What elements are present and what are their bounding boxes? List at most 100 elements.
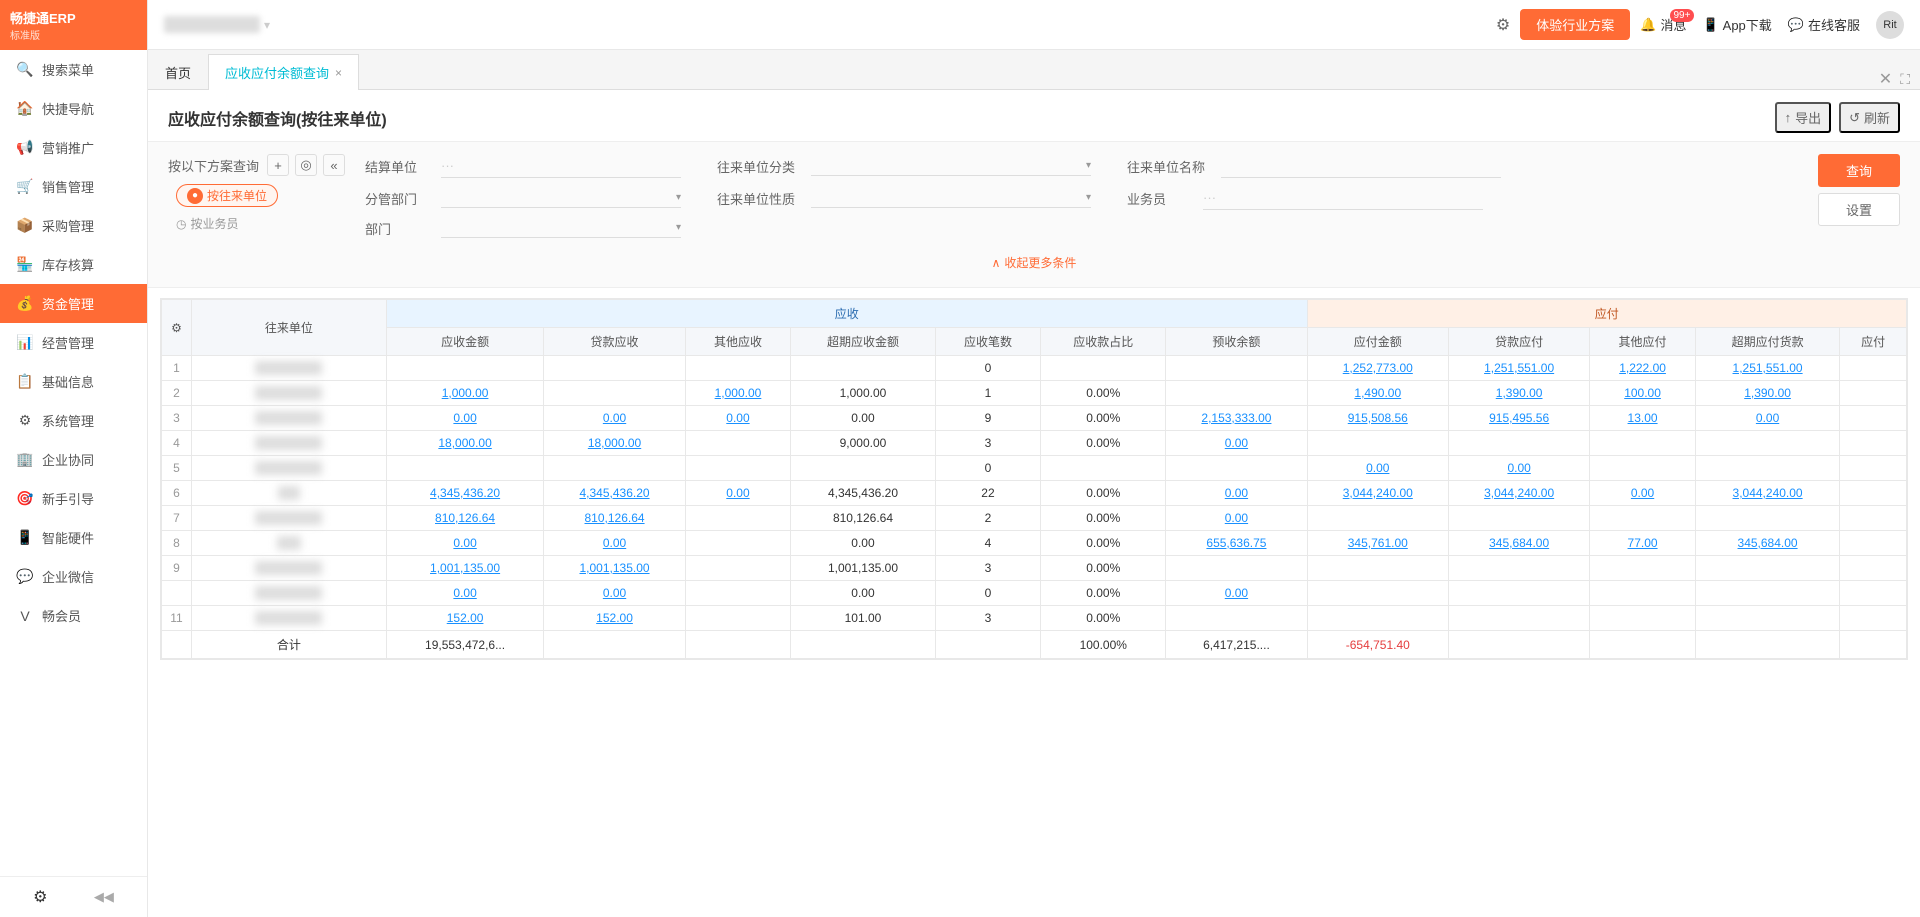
filter-label-settlement: 结算单位 (365, 157, 425, 176)
col-ar-count: 应收笔数 (935, 328, 1041, 356)
filter-label-dept-mgr: 分管部门 (365, 189, 425, 208)
scheme-collapse-button[interactable]: « (323, 154, 345, 176)
promo-button[interactable]: 体验行业方案 (1520, 9, 1630, 40)
operation-icon: 📊 (16, 334, 34, 351)
total-ap-other (1590, 631, 1696, 659)
table-row: 11██████152.00152.00101.0030.00% (162, 606, 1907, 631)
sidebar-item-label: 智能硬件 (42, 528, 94, 547)
hardware-icon: 📱 (16, 529, 34, 546)
col-ap-extra: 应付 (1840, 328, 1907, 356)
sidebar-item-operation[interactable]: 📊 经营管理 (0, 323, 147, 362)
finance-icon: 💰 (16, 295, 34, 312)
table-row: ██████0.000.000.0000.00%0.00 (162, 581, 1907, 606)
tab-home-label: 首页 (165, 63, 191, 82)
online-service-button[interactable]: 💬 在线客服 (1788, 15, 1860, 34)
sidebar-item-quick-nav[interactable]: 🏠 快捷导航 (0, 89, 147, 128)
filter-label-category: 往来单位分类 (717, 157, 795, 176)
table-row: 3██████0.000.000.000.0090.00%2,153,333.0… (162, 406, 1907, 431)
topbar-gear-icon[interactable]: ⚙ (1496, 15, 1510, 35)
sidebar-item-finance[interactable]: 💰 资金管理 (0, 284, 147, 323)
setting-button[interactable]: 设置 (1818, 193, 1900, 226)
page-actions: ↑ 导出 ↺ 刷新 (1775, 102, 1900, 133)
scheme-other-salesman[interactable]: ◷ 按业务员 (176, 215, 345, 232)
table-row: 8P0.000.000.0040.00%655,636.75345,761.00… (162, 531, 1907, 556)
col-ap-other: 其他应付 (1590, 328, 1696, 356)
sidebar-item-label: 畅会员 (42, 606, 81, 625)
table-settings-header[interactable]: ⚙ (162, 300, 192, 356)
guide-icon: 🎯 (16, 490, 34, 507)
sidebar-item-sales[interactable]: 🛒 销售管理 (0, 167, 147, 206)
bell-icon: 🔔 (1640, 17, 1656, 33)
filter-fields: 结算单位 ··· 往来单位分类 ▾ 往来单位名称 (365, 154, 1798, 246)
breadcrumb-text: 应收应付余额查询 (164, 16, 260, 33)
query-button[interactable]: 查询 (1818, 154, 1900, 187)
scheme-label: 按以下方案查询 (168, 156, 259, 175)
data-table: ⚙ 往来单位 应收 应付 应收金额 贷款应收 其他应收 超期应收金额 应收笔数 (161, 299, 1907, 659)
filter-partner-nature[interactable]: ▾ (811, 188, 1091, 208)
export-button[interactable]: ↑ 导出 (1775, 102, 1832, 133)
sidebar-item-wechat[interactable]: 💬 企业微信 (0, 557, 147, 596)
chevron-down-icon-3: ▾ (1086, 192, 1091, 203)
sidebar-item-search-menu[interactable]: 🔍 搜索菜单 (0, 50, 147, 89)
sidebar-item-purchase[interactable]: 📦 采购管理 (0, 206, 147, 245)
total-ap-amount: -654,751.40 (1307, 631, 1448, 659)
sidebar-item-marketing[interactable]: 📢 营销推广 (0, 128, 147, 167)
table-container: ⚙ 往来单位 应收 应付 应收金额 贷款应收 其他应收 超期应收金额 应收笔数 (160, 298, 1908, 660)
notification-button[interactable]: 🔔 消息 99+ (1640, 15, 1686, 34)
user-avatar[interactable]: Rit (1876, 11, 1904, 39)
filter-partner-name[interactable] (1221, 154, 1501, 178)
notification-badge: 99+ (1670, 9, 1695, 22)
page-title: 应收应付余额查询(按往来单位) (168, 106, 387, 130)
tab-ar-ap-close[interactable]: × (335, 66, 342, 80)
table-row: 6^4,345,436.204,345,436.200.004,345,436.… (162, 481, 1907, 506)
topbar: 应收应付余额查询 ▾ ⚙ 体验行业方案 🔔 消息 99+ 📱 App下载 💬 在… (148, 0, 1920, 50)
sidebar-item-member[interactable]: V 畅会员 (0, 596, 147, 635)
search-menu-icon: 🔍 (16, 61, 34, 78)
scheme-edit-button[interactable]: ◎ (295, 154, 317, 176)
col-ap-amount: 应付金额 (1307, 328, 1448, 356)
tab-ar-ap[interactable]: 应收应付余额查询 × (208, 54, 359, 90)
quick-nav-icon: 🏠 (16, 100, 34, 117)
col-ar-amount: 应收金额 (386, 328, 544, 356)
enterprise-icon: 🏢 (16, 451, 34, 468)
tab-home[interactable]: 首页 (148, 54, 208, 90)
sidebar-item-label: 经营管理 (42, 333, 94, 352)
filter-scheme: 按以下方案查询 + ◎ « (168, 154, 345, 176)
filter-salesman[interactable]: ··· (1203, 186, 1483, 210)
sidebar-item-warehouse[interactable]: 🏪 库存核算 (0, 245, 147, 284)
sidebar-item-label: 库存核算 (42, 255, 94, 274)
tab-close-window-icon[interactable]: ✕ (1879, 69, 1892, 89)
scheme-tag-partner[interactable]: ● 按往来单位 (176, 184, 278, 207)
sidebar-item-label: 营销推广 (42, 138, 94, 157)
scheme-add-button[interactable]: + (267, 154, 289, 176)
app-download-button[interactable]: 📱 App下载 (1702, 15, 1771, 34)
sidebar-item-system[interactable]: ⚙ 系统管理 (0, 401, 147, 440)
table-receivable-header: 应收 (386, 300, 1307, 328)
sidebar-settings-icon[interactable]: ⚙ (33, 887, 47, 907)
filter-dept-manager[interactable]: ▾ (441, 188, 681, 208)
user-name: Rit (1883, 19, 1896, 31)
breadcrumb-chevron: ▾ (264, 18, 270, 32)
filter-dept[interactable]: ▾ (441, 218, 681, 238)
tabs-bar: 首页 应收应付余额查询 × ✕ ⛶ (148, 50, 1920, 90)
col-ar-loan: 贷款应收 (544, 328, 685, 356)
sidebar-item-hardware[interactable]: 📱 智能硬件 (0, 518, 147, 557)
table-row: 5██████00.000.00 (162, 456, 1907, 481)
sidebar-logo-sub: 标准版 (10, 27, 76, 42)
sidebar-collapse-icon[interactable]: ◀◀ (94, 889, 114, 905)
refresh-icon: ↺ (1849, 110, 1860, 126)
filter-row-1: 结算单位 ··· 往来单位分类 ▾ 往来单位名称 (365, 154, 1798, 178)
chevron-down-icon-4: ▾ (676, 222, 681, 233)
col-ap-loan: 贷款应付 (1448, 328, 1589, 356)
sidebar-item-enterprise[interactable]: 🏢 企业协同 (0, 440, 147, 479)
filter-partner-category[interactable]: ▾ (811, 156, 1091, 176)
scheme-other-label: 按业务员 (190, 215, 238, 232)
sidebar-item-basic-info[interactable]: 📋 基础信息 (0, 362, 147, 401)
table-row: 2██████1,000.001,000.001,000.0010.00%1,4… (162, 381, 1907, 406)
tab-fullscreen-icon[interactable]: ⛶ (1900, 71, 1910, 88)
sidebar-item-guide[interactable]: 🎯 新手引导 (0, 479, 147, 518)
filter-settlement-unit[interactable]: ··· (441, 154, 681, 178)
refresh-button[interactable]: ↺ 刷新 (1839, 102, 1900, 133)
collapse-button[interactable]: ∧ 收起更多条件 (988, 250, 1081, 275)
chevron-down-icon-2: ▾ (676, 192, 681, 203)
